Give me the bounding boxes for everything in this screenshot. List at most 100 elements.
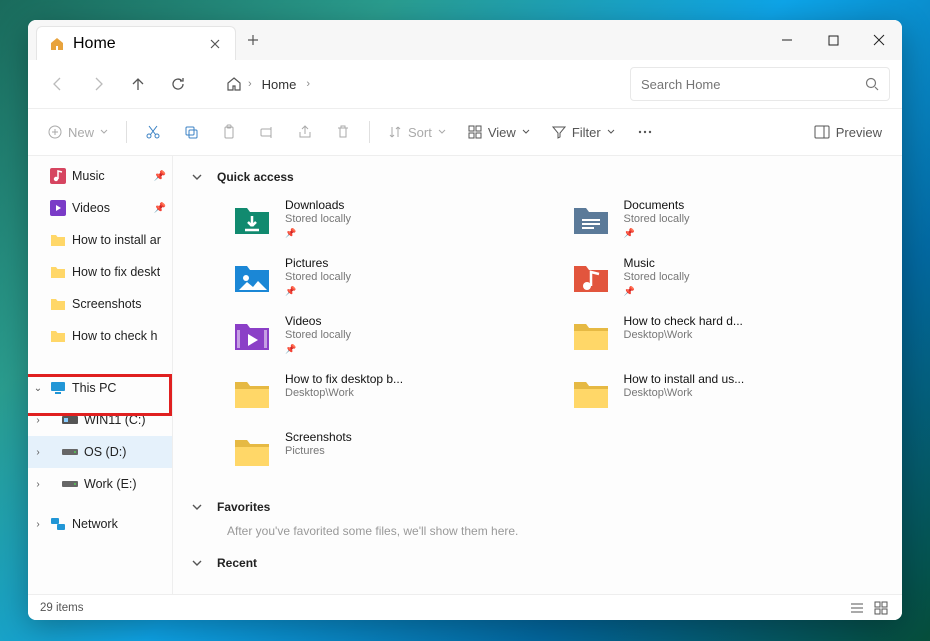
quick-access-item[interactable]: PicturesStored locally📌 [227,252,546,302]
chevron-down-icon [438,128,446,136]
item-name: Screenshots [285,430,352,444]
refresh-button[interactable] [160,66,196,102]
chevron-down-icon[interactable]: ⌄ [32,383,44,394]
sidebar-item[interactable]: How to check h [28,320,172,352]
preview-button[interactable]: Preview [806,116,890,148]
drive-icon [62,478,78,490]
chevron-right-icon[interactable]: › [32,447,44,458]
quick-access-item[interactable]: How to check hard d...Desktop\Work [566,310,885,360]
quick-access-grid: DownloadsStored locally📌DocumentsStored … [227,194,884,476]
back-button[interactable] [40,66,76,102]
minimize-button[interactable] [764,20,810,60]
content-pane: Quick access DownloadsStored locally📌Doc… [173,156,902,594]
forward-button[interactable] [80,66,116,102]
tab-title: Home [73,35,116,53]
arrow-left-icon [50,76,66,92]
address-segment[interactable]: Home [258,75,301,94]
folder-icon [231,372,273,414]
item-name: Videos [285,314,351,328]
maximize-button[interactable] [810,20,856,60]
search-input[interactable] [641,77,857,92]
sidebar-item[interactable]: How to install ar [28,224,172,256]
item-location: Stored locally [285,329,351,341]
pin-icon: 📌 [154,171,166,182]
quick-access-item[interactable]: How to install and us...Desktop\Work [566,368,885,418]
quick-access-item[interactable]: How to fix desktop b...Desktop\Work [227,368,546,418]
chevron-right-icon[interactable]: › [32,415,44,426]
item-location: Desktop\Work [624,329,743,341]
titlebar: Home [28,20,902,60]
quick-access-item[interactable]: DocumentsStored locally📌 [566,194,885,244]
arrow-right-icon [90,76,106,92]
item-location: Stored locally [624,213,690,225]
filter-icon [552,125,566,139]
quick-access-item[interactable]: ScreenshotsPictures [227,426,546,476]
sidebar-item[interactable]: Videos 📌 [28,192,172,224]
chevron-down-icon [191,557,203,569]
rename-icon [259,124,275,140]
group-favorites[interactable]: Favorites [191,500,884,514]
sort-button[interactable]: Sort [380,116,454,148]
rename-button [251,116,283,148]
drive-label: OS (D:) [84,445,126,459]
view-label: View [488,125,516,140]
folder-icon [570,198,612,240]
recent-label: Recent [217,556,257,570]
item-name: Pictures [285,256,351,270]
window-controls [764,20,902,60]
sidebar-item[interactable]: Screenshots [28,288,172,320]
more-icon [637,124,653,140]
sidebar-item-drive[interactable]: ›Work (E:) [28,468,172,500]
sidebar-item-this-pc[interactable]: ⌄ This PC [28,372,172,404]
this-pc-label: This PC [72,381,116,395]
pin-icon: 📌 [154,203,166,214]
quick-access-item[interactable]: MusicStored locally📌 [566,252,885,302]
sidebar-item-label: Screenshots [72,297,141,311]
share-icon [297,124,313,140]
tab-home[interactable]: Home [36,26,236,60]
chevron-down-icon [100,128,108,136]
thumbnails-view-button[interactable] [872,599,890,617]
sidebar-item-drive[interactable]: ›WIN11 (C:) [28,404,172,436]
sidebar-item-network[interactable]: › Network [28,508,172,540]
group-recent[interactable]: Recent [191,556,884,570]
sidebar-item-label: Music [72,169,105,183]
pin-icon: 📌 [624,228,690,239]
copy-button[interactable] [175,116,207,148]
group-quick-access[interactable]: Quick access [191,170,884,184]
sidebar-item[interactable]: Music 📌 [28,160,172,192]
sidebar-item-drive[interactable]: › OS (D:) [28,436,172,468]
folder-icon [570,256,612,298]
folder-icon [50,329,66,343]
music-icon [50,168,66,184]
toolbar: New Sort View Filter Pr [28,108,902,156]
item-location: Stored locally [624,271,690,283]
sort-label: Sort [408,125,432,140]
chevron-right-icon[interactable]: › [32,479,44,490]
pin-icon: 📌 [285,228,351,239]
view-icon [468,125,482,139]
pin-icon: 📌 [624,286,690,297]
address-bar[interactable]: › Home › [216,67,320,101]
more-button[interactable] [629,116,661,148]
plus-circle-icon [48,125,62,139]
drive-icon [62,414,78,426]
close-window-button[interactable] [856,20,902,60]
close-tab-button[interactable] [207,36,223,52]
filter-button[interactable]: Filter [544,116,623,148]
search-box[interactable] [630,67,890,101]
quick-access-item[interactable]: DownloadsStored locally📌 [227,194,546,244]
quick-access-item[interactable]: VideosStored locally📌 [227,310,546,360]
details-view-button[interactable] [848,599,866,617]
item-name: How to install and us... [624,372,745,386]
quick-access-label: Quick access [217,170,294,184]
new-tab-button[interactable] [236,23,270,57]
sidebar-item-label: Videos [72,201,110,215]
sidebar-item[interactable]: How to fix deskt [28,256,172,288]
new-button[interactable]: New [40,116,116,148]
chevron-right-icon[interactable]: › [32,519,44,530]
up-button[interactable] [120,66,156,102]
minimize-icon [781,34,793,46]
cut-button[interactable] [137,116,169,148]
view-button[interactable]: View [460,116,538,148]
